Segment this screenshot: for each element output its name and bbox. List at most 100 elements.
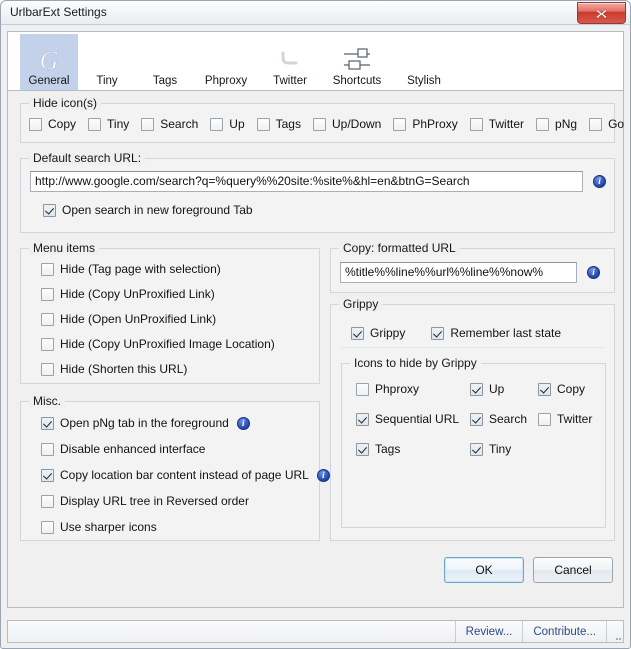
checkbox[interactable] <box>351 326 364 340</box>
tab-tags[interactable]: Tags <box>136 34 194 90</box>
checkbox[interactable] <box>356 442 369 456</box>
menu-item-hide-tag-page[interactable]: Hide (Tag page with selection) <box>41 262 221 276</box>
misc-group: Misc. Open pNg tab in the foreground i D… <box>20 394 330 541</box>
checkbox[interactable] <box>141 117 155 131</box>
grippy-hide-twitter[interactable]: Twitter <box>538 412 592 426</box>
hide-icon-search[interactable]: Search <box>141 117 198 131</box>
checkbox[interactable] <box>41 287 54 301</box>
checkbox[interactable] <box>41 416 54 430</box>
hide-icon-copy[interactable]: Copy <box>29 117 76 131</box>
hide-icon-up[interactable]: Up <box>210 117 245 131</box>
grippy-hide-copy[interactable]: Copy <box>538 382 585 396</box>
checkbox[interactable] <box>356 382 369 396</box>
tab-label-shortcuts: Shortcuts <box>332 75 382 87</box>
info-icon[interactable]: i <box>316 468 330 482</box>
grippy-hide-phproxy[interactable]: Phproxy <box>356 382 419 396</box>
checkbox[interactable] <box>356 412 369 426</box>
tags-icon <box>148 45 182 75</box>
close-button[interactable] <box>577 2 626 24</box>
checkbox[interactable] <box>393 117 407 131</box>
open-search-new-tab-checkbox-row[interactable]: Open search in new foreground Tab <box>43 203 253 217</box>
tab-phproxy[interactable]: Phproxy <box>194 34 258 90</box>
checkbox[interactable] <box>41 442 54 456</box>
checkbox[interactable] <box>470 442 483 456</box>
review-link[interactable]: Review... <box>454 621 523 642</box>
tab-twitter[interactable]: Twitter <box>258 34 322 90</box>
grippy-hide-up[interactable]: Up <box>470 382 504 396</box>
misc-use-sharper-icons[interactable]: Use sharper icons <box>41 520 157 534</box>
tab-bar: G General Tiny Tags Phproxy Twitter Shor… <box>7 31 624 90</box>
menu-item-hide-copy-unproxified-link[interactable]: Hide (Copy UnProxified Link) <box>41 287 215 301</box>
tiny-icon <box>90 45 124 75</box>
ok-button[interactable]: OK <box>444 557 524 583</box>
checkbox[interactable] <box>41 468 54 482</box>
hide-icon-phproxy[interactable]: PhProxy <box>393 117 458 131</box>
grippy-hide-tags[interactable]: Tags <box>356 442 400 456</box>
hide-icons-legend: Hide icon(s) <box>29 96 102 110</box>
checkbox[interactable] <box>41 362 54 376</box>
checkbox[interactable] <box>41 312 54 326</box>
checkbox[interactable] <box>41 262 54 276</box>
tab-label-general: General <box>28 75 70 87</box>
checkbox[interactable] <box>538 382 551 396</box>
grippy-legend: Grippy <box>339 297 383 311</box>
info-icon[interactable]: i <box>593 175 606 188</box>
cancel-button-label: Cancel <box>554 563 592 577</box>
grippy-enable-checkbox-row[interactable]: Grippy <box>351 326 405 340</box>
misc-legend: Misc. <box>29 394 65 408</box>
status-bar: Review... Contribute... <box>7 620 624 643</box>
tab-label-tags: Tags <box>152 75 178 87</box>
grippy-hide-search[interactable]: Search <box>470 412 527 426</box>
misc-copy-location-bar-content[interactable]: Copy location bar content instead of pag… <box>41 468 330 482</box>
misc-open-png-tab-foreground[interactable]: Open pNg tab in the foreground i <box>41 416 250 430</box>
checkbox[interactable] <box>536 117 550 131</box>
general-tab-panel: Hide icon(s) Copy Tiny Search Up Tags Up… <box>7 90 624 608</box>
tab-stylish[interactable]: Stylish <box>392 34 456 90</box>
copy-formatted-url-legend: Copy: formatted URL <box>339 241 460 255</box>
contribute-link-label: Contribute... <box>533 625 596 638</box>
contribute-link[interactable]: Contribute... <box>522 621 606 642</box>
info-icon[interactable]: i <box>587 266 600 279</box>
default-search-url-legend: Default search URL: <box>29 151 146 165</box>
resize-grip-icon[interactable] <box>606 621 623 642</box>
menu-item-hide-shorten-url[interactable]: Hide (Shorten this URL) <box>41 362 187 376</box>
checkbox[interactable] <box>29 117 42 131</box>
copy-formatted-url-input[interactable]: %title%%line%%url%%line%%now% <box>340 262 577 283</box>
tab-general[interactable]: G General <box>20 34 78 90</box>
hide-icon-png[interactable]: pNg <box>536 117 577 131</box>
checkbox[interactable] <box>43 203 56 217</box>
tab-shortcuts[interactable]: Shortcuts <box>322 34 392 90</box>
checkbox[interactable] <box>41 337 54 351</box>
checkbox[interactable] <box>210 117 224 131</box>
menu-item-hide-open-unproxified-link[interactable]: Hide (Open UnProxified Link) <box>41 312 216 326</box>
misc-display-url-tree-reversed[interactable]: Display URL tree in Reversed order <box>41 494 249 508</box>
hide-icon-updown[interactable]: Up/Down <box>312 117 381 131</box>
grippy-remember-last-state-row[interactable]: Remember last state <box>431 326 561 340</box>
checkbox[interactable] <box>431 326 445 340</box>
tab-label-tiny: Tiny <box>96 75 118 87</box>
icons-to-hide-legend: Icons to hide by Grippy <box>350 356 481 370</box>
grippy-hide-tiny[interactable]: Tiny <box>470 442 511 456</box>
cancel-button[interactable]: Cancel <box>533 557 613 583</box>
hide-icon-go[interactable]: Go <box>589 117 624 131</box>
checkbox[interactable] <box>470 382 483 396</box>
grippy-hide-sequential-url[interactable]: Sequential URL <box>356 412 459 426</box>
search-url-input[interactable]: http://www.google.com/search?q=%query%%2… <box>30 171 583 192</box>
checkbox[interactable] <box>312 117 326 131</box>
checkbox[interactable] <box>41 494 54 508</box>
checkbox[interactable] <box>88 117 102 131</box>
hide-icon-twitter[interactable]: Twitter <box>469 117 524 131</box>
menu-item-hide-copy-unproxified-image-location[interactable]: Hide (Copy UnProxified Image Location) <box>41 337 275 351</box>
checkbox[interactable] <box>469 117 483 131</box>
checkbox[interactable] <box>41 520 54 534</box>
grippy-group: Grippy Grippy Remember last state Icons … <box>330 297 615 541</box>
checkbox[interactable] <box>256 117 270 131</box>
misc-disable-enhanced-interface[interactable]: Disable enhanced interface <box>41 442 205 456</box>
hide-icon-tiny[interactable]: Tiny <box>88 117 129 131</box>
tab-tiny[interactable]: Tiny <box>78 34 136 90</box>
hide-icon-tags[interactable]: Tags <box>256 117 301 131</box>
info-icon[interactable]: i <box>236 416 250 430</box>
checkbox[interactable] <box>589 117 603 131</box>
checkbox[interactable] <box>538 412 551 426</box>
checkbox[interactable] <box>470 412 483 426</box>
